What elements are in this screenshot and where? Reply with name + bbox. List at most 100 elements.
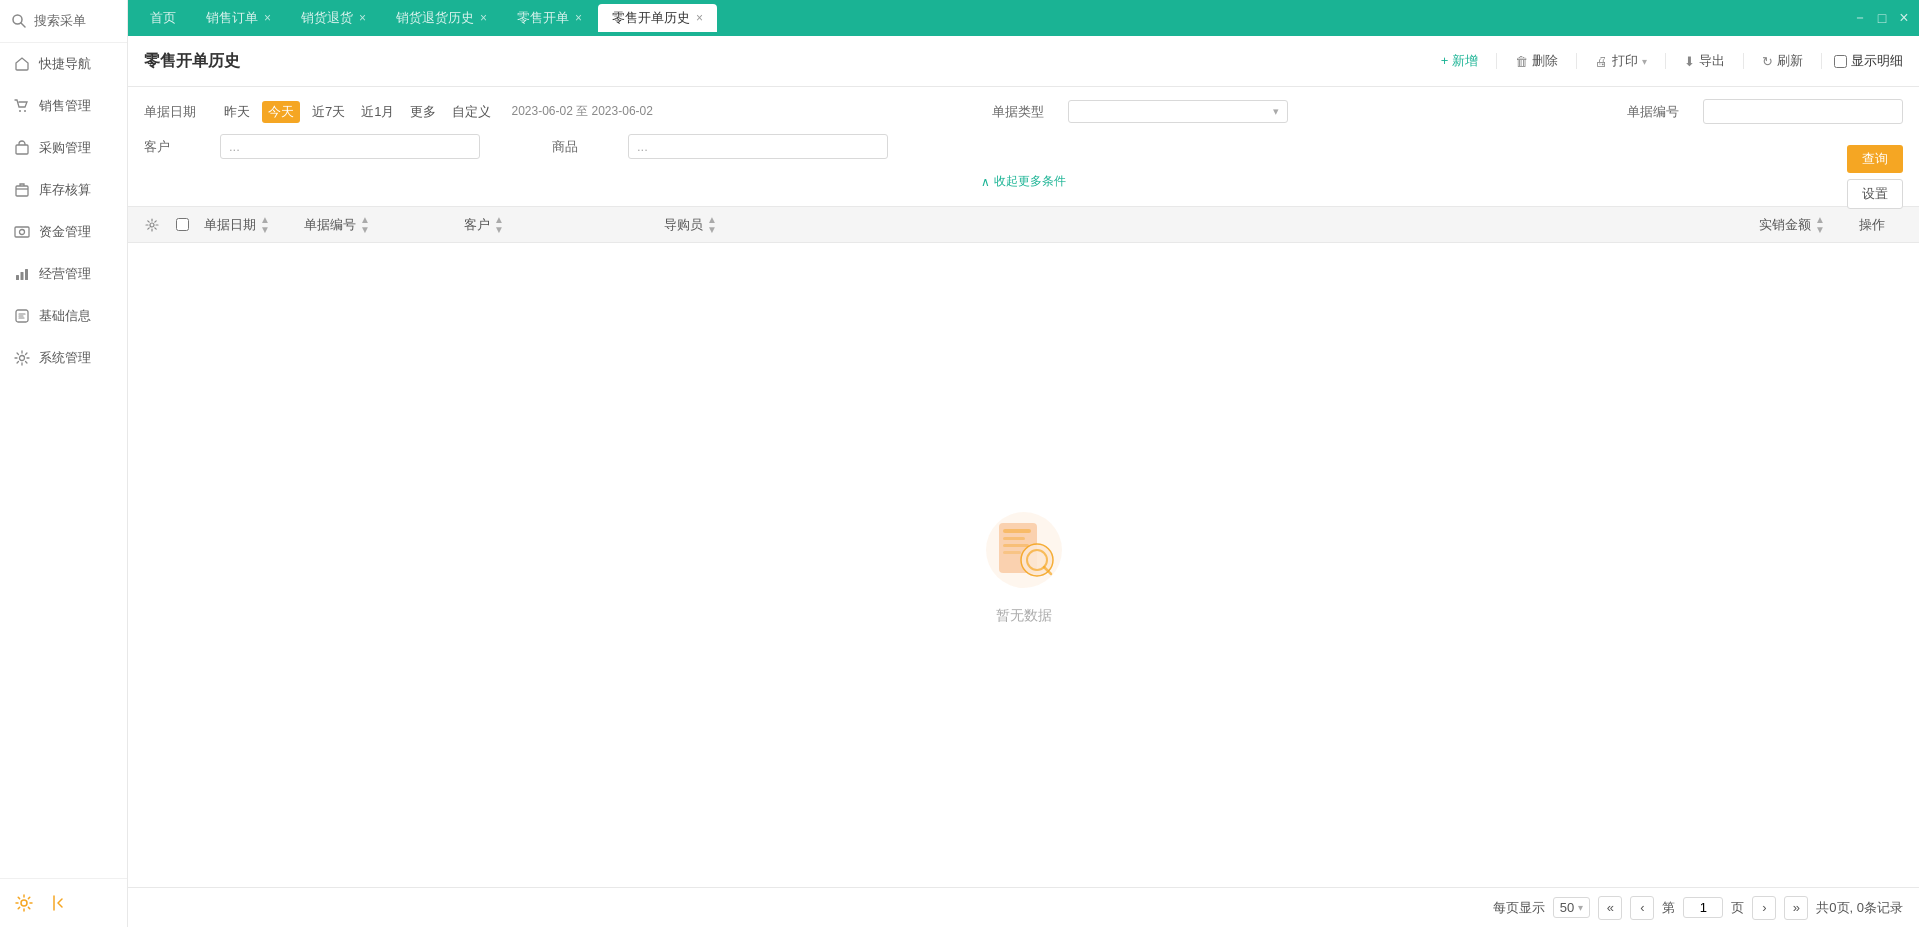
box-icon: [13, 181, 31, 199]
svg-rect-5: [16, 186, 28, 196]
sidebar-item-label: 基础信息: [39, 307, 91, 325]
empty-illustration: [979, 505, 1069, 595]
sort-arrows-order-no: ▲▼: [360, 215, 370, 235]
date-opt-more[interactable]: 更多: [406, 101, 440, 123]
date-opt-custom[interactable]: 自定义: [448, 101, 495, 123]
collapse-label: 收起更多条件: [994, 173, 1066, 190]
date-opt-today[interactable]: 今天: [262, 101, 300, 123]
filter-area: 单据日期 昨天 今天 近7天 近1月 更多 自定义 2023-06-02 至 2…: [128, 87, 1919, 207]
show-detail-checkbox[interactable]: 显示明细: [1834, 52, 1903, 70]
date-opt-7days[interactable]: 近7天: [308, 101, 349, 123]
table-footer: 每页显示 50 ▾ « ‹ 第 页 › » 共0页, 0条记录: [128, 887, 1919, 927]
query-button[interactable]: 查询: [1847, 145, 1903, 173]
select-all-checkbox[interactable]: [176, 218, 189, 231]
cart-icon: [13, 97, 31, 115]
svg-point-7: [20, 230, 25, 235]
tab-sales-order[interactable]: 销售订单 ×: [192, 4, 285, 32]
page-header: 零售开单历史 + 新增 🗑 删除 🖨 打印 ▾ ⬇ 导出 ↻: [128, 36, 1919, 87]
close-button[interactable]: ×: [1897, 11, 1911, 25]
add-button[interactable]: + 新增: [1435, 48, 1484, 74]
export-button[interactable]: ⬇ 导出: [1678, 48, 1731, 74]
sidebar-item-finance[interactable]: 资金管理: [0, 211, 127, 253]
order-no-input[interactable]: [1703, 99, 1903, 124]
empty-text: 暂无数据: [996, 607, 1052, 625]
order-type-select[interactable]: ▾: [1068, 100, 1288, 123]
sort-arrows-date: ▲▼: [260, 215, 270, 235]
last-page-button[interactable]: »: [1784, 896, 1808, 920]
svg-rect-21: [1003, 551, 1021, 554]
tab-close-icon[interactable]: ×: [696, 12, 703, 24]
tab-retail-open[interactable]: 零售开单 ×: [503, 4, 596, 32]
chart-icon: [13, 265, 31, 283]
product-input[interactable]: ...: [628, 134, 888, 159]
tab-home[interactable]: 首页: [136, 4, 190, 32]
svg-rect-8: [16, 275, 19, 280]
page-word: 第: [1662, 899, 1675, 917]
toolbar: + 新增 🗑 删除 🖨 打印 ▾ ⬇ 导出 ↻ 刷新: [1435, 48, 1903, 74]
refresh-icon: ↻: [1762, 54, 1773, 69]
tab-close-icon[interactable]: ×: [359, 12, 366, 24]
search-menu-item[interactable]: 搜索采单: [0, 0, 127, 43]
date-opt-1month[interactable]: 近1月: [357, 101, 398, 123]
sidebar-item-label: 快捷导航: [39, 55, 91, 73]
customer-placeholder: ...: [229, 139, 240, 154]
total-info: 共0页, 0条记录: [1816, 899, 1903, 917]
col-guide-header[interactable]: 导购员 ▲▼: [656, 215, 756, 235]
sidebar-item-quick-nav[interactable]: 快捷导航: [0, 43, 127, 85]
page-size-select[interactable]: 50 ▾: [1553, 897, 1590, 918]
date-options: 昨天 今天 近7天 近1月 更多 自定义: [220, 101, 495, 123]
date-label: 单据日期: [144, 103, 204, 121]
svg-rect-18: [1003, 529, 1031, 533]
money-icon: [13, 223, 31, 241]
table-area: 单据日期 ▲▼ 单据编号 ▲▼ 客户 ▲▼ 导购员 ▲▼ 实销金额 ▲▼ 操作: [128, 207, 1919, 927]
col-checkbox-header[interactable]: [168, 218, 196, 231]
show-detail-input[interactable]: [1834, 55, 1847, 68]
tab-close-icon[interactable]: ×: [575, 12, 582, 24]
sidebar-item-basic-info[interactable]: 基础信息: [0, 295, 127, 337]
collapse-btn[interactable]: ∧ 收起更多条件: [144, 169, 1903, 194]
refresh-button[interactable]: ↻ 刷新: [1756, 48, 1809, 74]
current-page-input[interactable]: [1683, 897, 1723, 918]
col-date-header[interactable]: 单据日期 ▲▼: [196, 215, 296, 235]
info-icon: [13, 307, 31, 325]
minimize-button[interactable]: －: [1853, 11, 1867, 25]
customer-input[interactable]: ...: [220, 134, 480, 159]
sidebar-item-label: 销售管理: [39, 97, 91, 115]
sidebar-item-operation[interactable]: 经营管理: [0, 253, 127, 295]
settings-button[interactable]: 设置: [1847, 179, 1903, 209]
sidebar-item-purchase-mgmt[interactable]: 采购管理: [0, 127, 127, 169]
col-order-no-header[interactable]: 单据编号 ▲▼: [296, 215, 456, 235]
prev-page-button[interactable]: ‹: [1630, 896, 1654, 920]
divider: [1576, 53, 1577, 69]
col-customer-header[interactable]: 客户 ▲▼: [456, 215, 656, 235]
sidebar-item-sys-mgmt[interactable]: 系统管理: [0, 337, 127, 379]
tab-close-icon[interactable]: ×: [480, 12, 487, 24]
date-opt-yesterday[interactable]: 昨天: [220, 101, 254, 123]
tab-bar: 首页 销售订单 × 销货退货 × 销货退货历史 × 零售开单 × 零售开单历史 …: [128, 0, 1919, 36]
delete-button[interactable]: 🗑 删除: [1509, 48, 1564, 74]
window-controls: － □ ×: [1853, 11, 1911, 25]
delete-icon: 🗑: [1515, 54, 1528, 69]
product-placeholder: ...: [637, 139, 648, 154]
sidebar-item-sales-mgmt[interactable]: 销售管理: [0, 85, 127, 127]
divider: [1743, 53, 1744, 69]
tab-close-icon[interactable]: ×: [264, 12, 271, 24]
col-amount-header[interactable]: 实销金额 ▲▼: [1751, 215, 1851, 235]
tab-retail-open-history[interactable]: 零售开单历史 ×: [598, 4, 717, 32]
bag-icon: [13, 139, 31, 157]
tab-sales-return[interactable]: 销货退货 ×: [287, 4, 380, 32]
sidebar-item-inventory[interactable]: 库存核算: [0, 169, 127, 211]
col-settings[interactable]: [136, 218, 168, 232]
tab-sales-return-history[interactable]: 销货退货历史 ×: [382, 4, 501, 32]
svg-point-13: [21, 900, 27, 906]
print-button[interactable]: 🖨 打印 ▾: [1589, 48, 1653, 74]
divider: [1496, 53, 1497, 69]
gear-icon: [13, 349, 31, 367]
settings-bottom-icon[interactable]: [10, 889, 38, 917]
collapse-sidebar-icon[interactable]: [46, 889, 74, 917]
maximize-button[interactable]: □: [1875, 11, 1889, 25]
sort-arrows-customer: ▲▼: [494, 215, 504, 235]
table-header: 单据日期 ▲▼ 单据编号 ▲▼ 客户 ▲▼ 导购员 ▲▼ 实销金额 ▲▼ 操作: [128, 207, 1919, 243]
first-page-button[interactable]: «: [1598, 896, 1622, 920]
next-page-button[interactable]: ›: [1752, 896, 1776, 920]
